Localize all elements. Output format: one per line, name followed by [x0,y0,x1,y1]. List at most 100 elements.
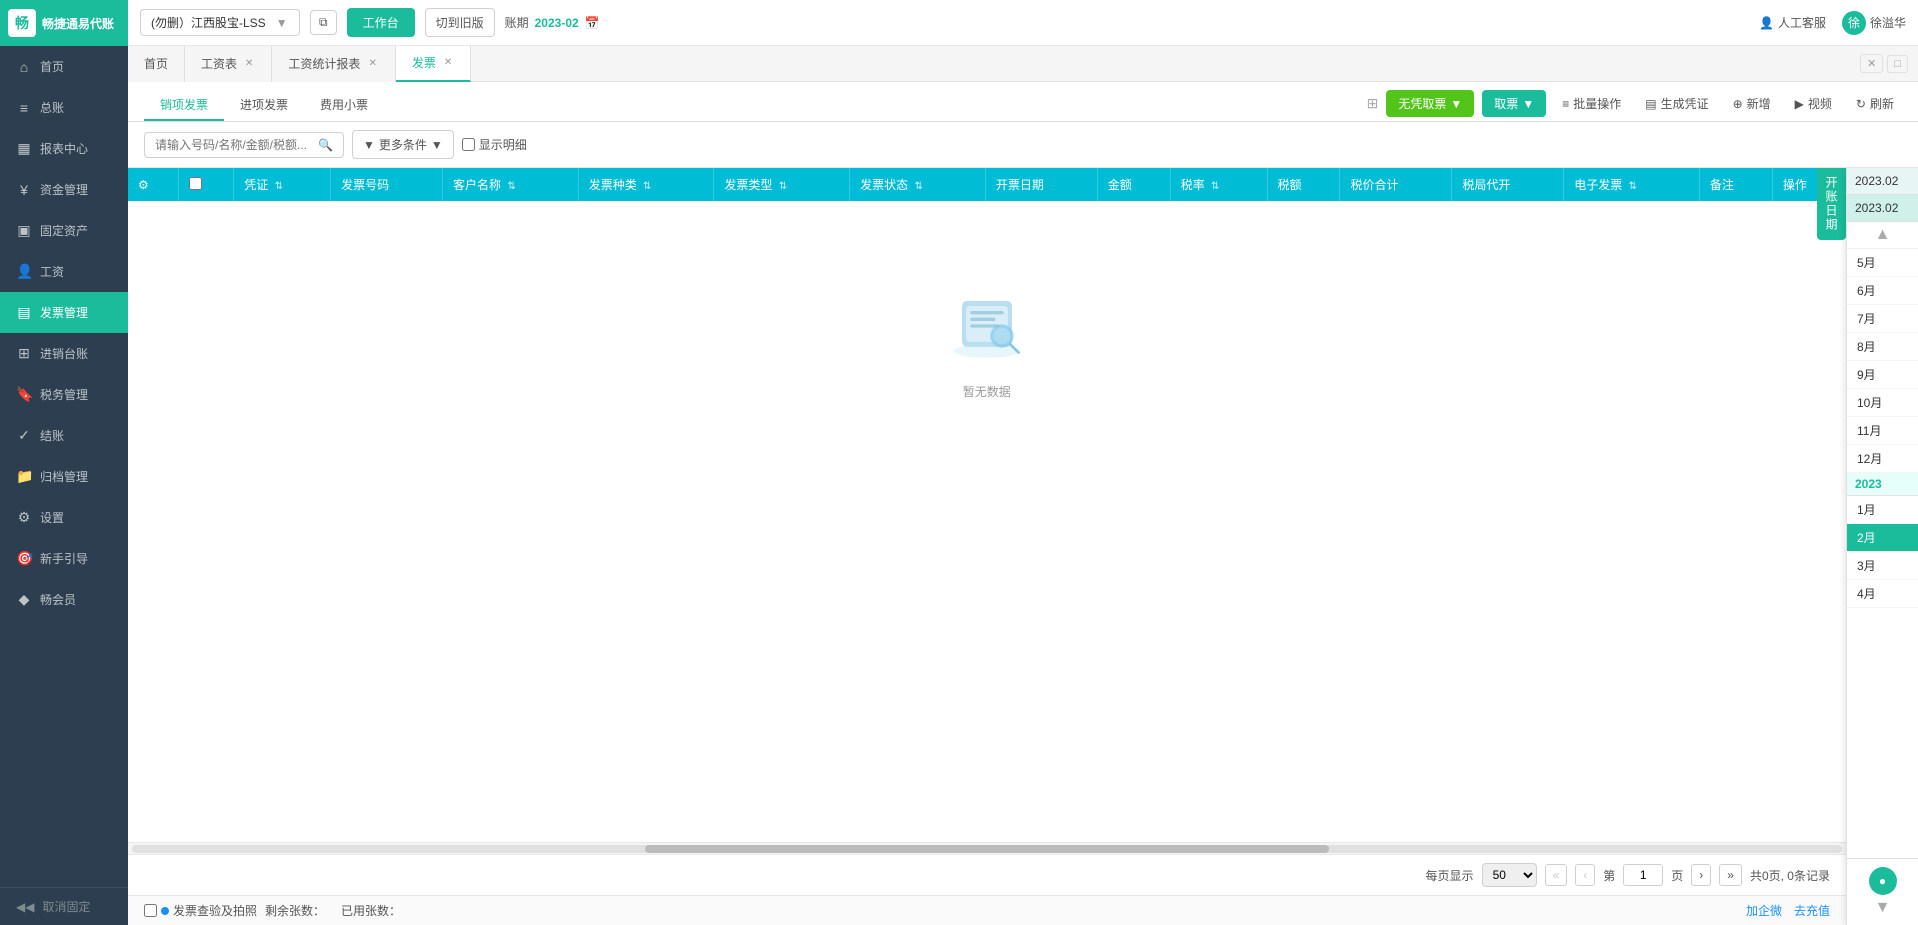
customer-service-btn[interactable]: 👤 人工客服 [1759,14,1826,31]
sidebar-item-fixed-assets[interactable]: ▣ 固定资产 [0,210,128,251]
invoice-verify-checkbox[interactable]: 发票查验及拍照 [144,902,257,919]
date-panel-down-arrow[interactable]: ▼ [1875,899,1891,917]
col-checkbox[interactable] [179,168,234,201]
company-selector[interactable]: (勿删）江西股宝-LSS ▼ [140,9,300,36]
col-settings[interactable]: ⚙ [128,168,179,201]
select-all-checkbox[interactable] [189,177,202,190]
settings-icon: ⚙ [16,509,32,526]
col-invoice-type[interactable]: 发票种类 ⇅ [578,168,714,201]
col-e-invoice[interactable]: 电子发票 ⇅ [1564,168,1700,201]
sidebar-item-archive[interactable]: 📁 归档管理 [0,456,128,497]
main-content-body: ⚙ 凭证 ⇅ 发票号码 客户名称 ⇅ 发票种类 ⇅ 发票类型 ⇅ 发票状态 ⇅ … [128,168,1846,925]
sub-tab-expense-receipt[interactable]: 费用小票 [304,90,384,121]
recharge-link[interactable]: 去充值 [1794,902,1830,919]
tab-payroll-stats[interactable]: 工资统计报表 ✕ [272,46,395,82]
date-month-11[interactable]: 11月 [1847,417,1918,445]
col-voucher[interactable]: 凭证 ⇅ [234,168,331,201]
unpin-icon: ◀◀ [16,900,34,914]
sidebar-item-reports[interactable]: ▦ 报表中心 [0,128,128,169]
unpin-btn[interactable]: ◀◀ 取消固定 [0,888,128,925]
tab-payroll-stats-close[interactable]: ✕ [366,58,378,70]
sidebar-item-label: 工资 [40,263,64,280]
sidebar-item-invoice-mgmt[interactable]: ▤ 发票管理 [0,292,128,333]
archive-icon: 📁 [16,468,32,485]
tab-invoice-close[interactable]: ✕ [442,57,454,69]
no-voucher-btn[interactable]: 无凭取票 ▼ [1386,90,1474,117]
date-month-12[interactable]: 12月 [1847,445,1918,473]
date-panel-up-arrow[interactable]: ▲ [1875,226,1891,244]
empty-illustration [937,281,1037,371]
search-input[interactable] [155,138,312,152]
col-tax-rate[interactable]: 税率 ⇅ [1170,168,1267,201]
copy-button[interactable]: ⧉ [310,10,337,35]
detail-checkbox-input[interactable] [462,138,475,151]
tabs-restore-btn[interactable]: □ [1887,55,1908,73]
date-2023-month-4[interactable]: 4月 [1847,580,1918,608]
user-profile-btn[interactable]: 徐 徐溢华 [1842,11,1906,35]
sidebar-item-payroll[interactable]: 👤 工资 [0,251,128,292]
new-btn[interactable]: ⊕ 新增 [1725,90,1779,117]
sidebar-item-close[interactable]: ✓ 结账 [0,415,128,456]
scroll-track[interactable] [132,845,1842,853]
sales-icon: ⊞ [16,345,32,362]
sidebar-item-member[interactable]: ◆ 畅会员 [0,579,128,620]
take-invoice-btn[interactable]: 取票 ▼ [1482,90,1546,117]
page-input[interactable] [1623,864,1663,886]
sidebar-item-label: 报表中心 [40,140,88,157]
last-page-btn[interactable]: » [1719,864,1742,886]
col-invoice-category[interactable]: 发票类型 ⇅ [714,168,850,201]
date-month-5[interactable]: 5月 [1847,249,1918,277]
sidebar-item-tax-mgmt[interactable]: 🔖 税务管理 [0,374,128,415]
tabs-bar: 首页 工资表 ✕ 工资统计报表 ✕ 发票 ✕ ✕ □ [128,46,1918,82]
date-panel-circle-btn[interactable]: ● [1869,867,1897,895]
verify-checkbox-input[interactable] [144,904,157,917]
company-name: (勿删）江西股宝-LSS [151,14,266,31]
date-2023-month-2[interactable]: 2月 [1847,524,1918,552]
refresh-btn[interactable]: ↻ 刷新 [1848,90,1902,117]
date-2023-month-1[interactable]: 1月 [1847,496,1918,524]
date-month-7[interactable]: 7月 [1847,305,1918,333]
add-account-link[interactable]: 加企微 [1746,902,1782,919]
sub-tab-purchase-invoice[interactable]: 进项发票 [224,90,304,121]
filter-more-btn[interactable]: ▼ 更多条件 ▼ [352,130,454,159]
per-page-select[interactable]: 50 10 20 100 [1482,863,1537,887]
col-invoice-status[interactable]: 发票状态 ⇅ [850,168,986,201]
col-remarks: 备注 [1699,168,1772,201]
invoice-icon: ▤ [16,304,32,321]
scroll-thumb[interactable] [645,845,1329,853]
sidebar-item-funds[interactable]: ¥ 资金管理 [0,169,128,210]
switch-version-button[interactable]: 切到旧版 [425,8,495,37]
video-btn[interactable]: ▶ 视频 [1787,90,1840,117]
date-2023-month-3[interactable]: 3月 [1847,552,1918,580]
sidebar-item-home[interactable]: ⌂ 首页 [0,46,128,87]
first-page-btn[interactable]: « [1545,864,1568,886]
batch-op-btn[interactable]: ≡ 批量操作 [1554,90,1629,117]
date-month-8[interactable]: 8月 [1847,333,1918,361]
sub-tab-sales-invoice[interactable]: 销项发票 [144,90,224,121]
show-detail-checkbox[interactable]: 显示明细 [462,136,527,153]
date-month-6[interactable]: 6月 [1847,277,1918,305]
next-page-btn[interactable]: › [1691,864,1711,886]
sidebar-item-sales-purchase[interactable]: ⊞ 进销台账 [0,333,128,374]
search-box[interactable]: 🔍 [144,132,344,158]
data-table: ⚙ 凭证 ⇅ 发票号码 客户名称 ⇅ 发票种类 ⇅ 发票类型 ⇅ 发票状态 ⇅ … [128,168,1846,480]
gen-voucher-btn[interactable]: ▤ 生成凭证 [1637,90,1716,117]
tab-payroll-table[interactable]: 工资表 ✕ [185,46,272,82]
col-customer-name[interactable]: 客户名称 ⇅ [442,168,578,201]
date-panel-header-second: 2023.02 [1847,195,1918,222]
prev-page-btn[interactable]: ‹ [1575,864,1595,886]
sidebar-item-settings[interactable]: ⚙ 设置 [0,497,128,538]
page-unit: 页 [1671,867,1683,884]
tab-invoice[interactable]: 发票 ✕ [396,46,471,82]
tabs-close-btn[interactable]: ✕ [1860,54,1883,73]
tab-payroll-close[interactable]: ✕ [243,58,255,70]
sidebar-item-general-ledger[interactable]: ≡ 总账 [0,87,128,128]
workbench-button[interactable]: 工作台 [347,8,415,37]
date-month-9[interactable]: 9月 [1847,361,1918,389]
sidebar-item-label: 资金管理 [40,181,88,198]
tab-home[interactable]: 首页 [128,46,185,82]
date-month-10[interactable]: 10月 [1847,389,1918,417]
sidebar-item-newbie[interactable]: 🎯 新手引导 [0,538,128,579]
open-period-btn[interactable]: 开账日期 [1817,168,1846,240]
scroll-bar-area[interactable] [128,842,1846,854]
